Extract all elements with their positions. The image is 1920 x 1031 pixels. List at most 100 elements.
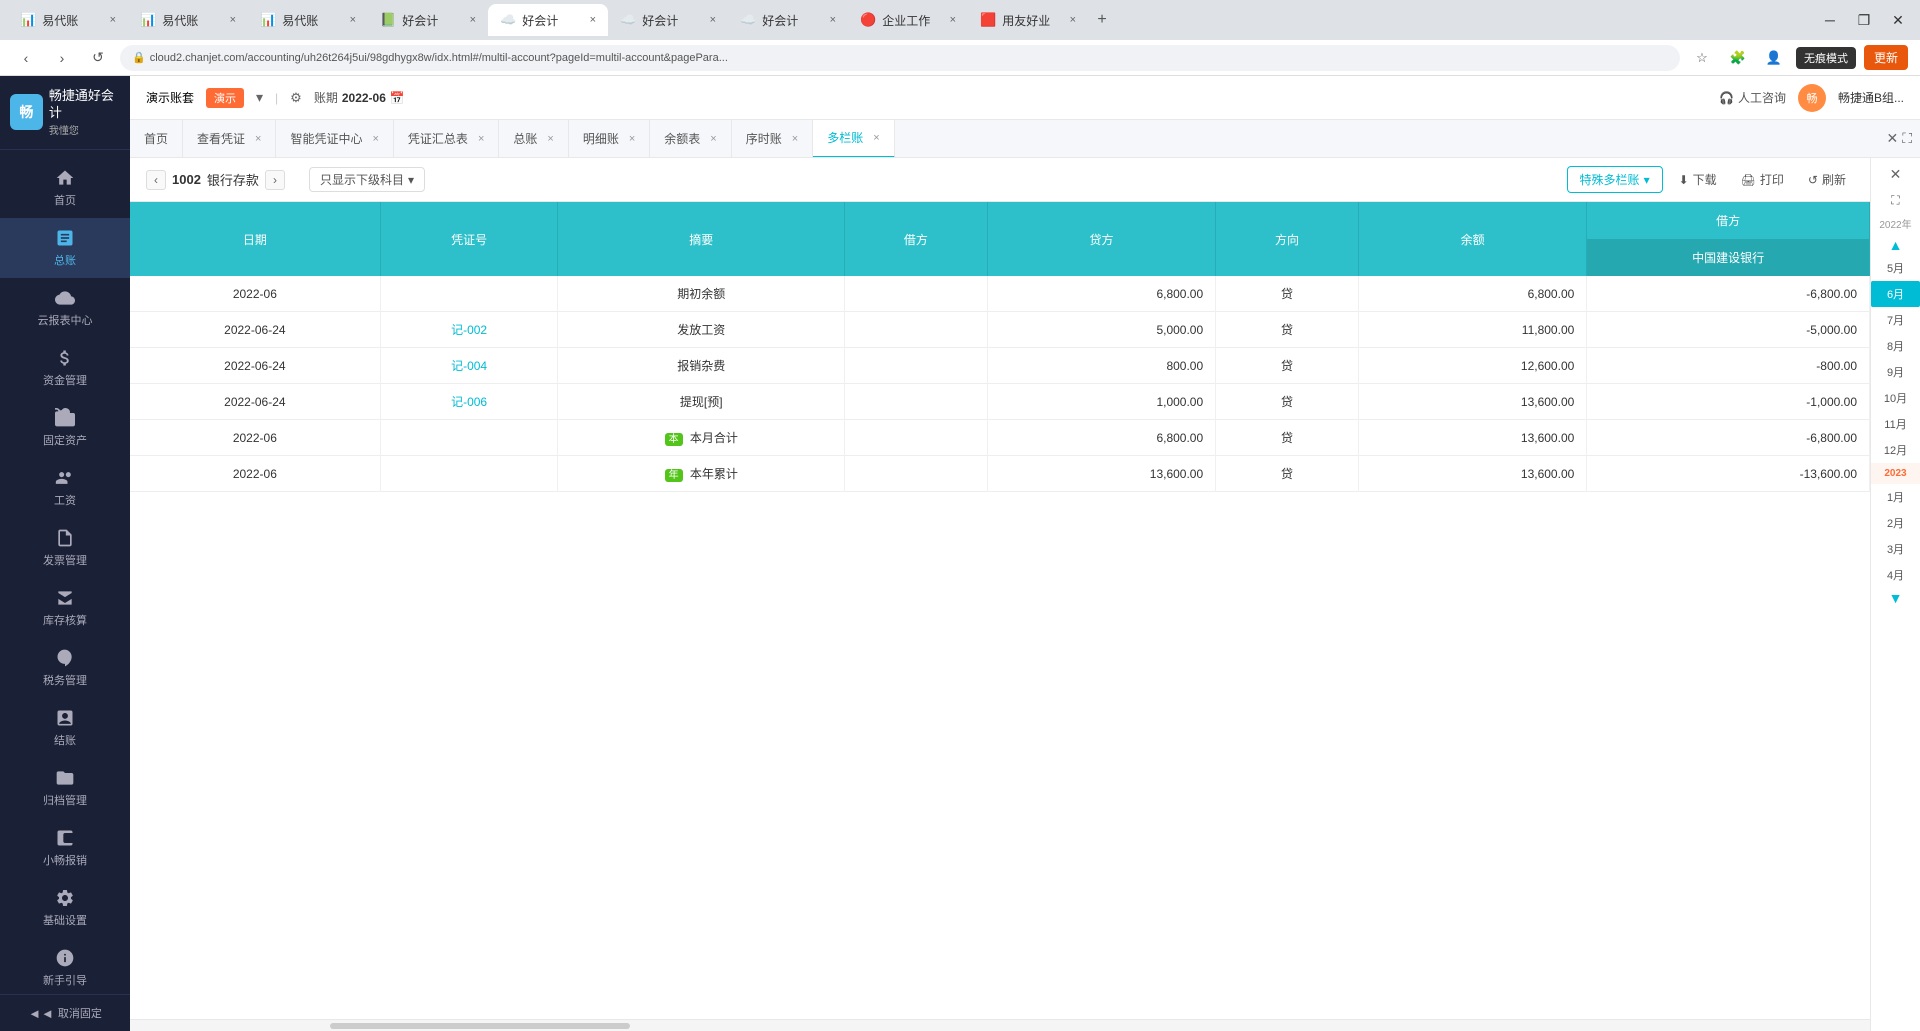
browser-tab-2[interactable]: 📊 易代账 ×	[128, 4, 248, 36]
tab-sequence[interactable]: 序时账 ×	[732, 120, 813, 158]
voucher-link[interactable]: 记-004	[451, 359, 487, 373]
tab-smart-voucher[interactable]: 智能凭证中心 ×	[276, 120, 393, 158]
close-button[interactable]: ✕	[1884, 6, 1912, 34]
browser-tab-1[interactable]: 📊 易代账 ×	[8, 4, 128, 36]
sidebar-item-home[interactable]: 首页	[0, 158, 130, 218]
month-item-7[interactable]: 7月	[1871, 307, 1920, 333]
bookmark-button[interactable]: ☆	[1688, 44, 1716, 72]
tab-close-3[interactable]: ×	[350, 14, 356, 26]
panel-expand-button[interactable]: ⛶	[1884, 188, 1908, 212]
tab-close-multi[interactable]: ×	[873, 132, 879, 144]
consult-button[interactable]: 🎧 人工咨询	[1719, 89, 1786, 106]
close-panel-button[interactable]: ✕	[1886, 130, 1898, 147]
profile-button[interactable]: 👤	[1760, 44, 1788, 72]
restore-button[interactable]: ❐	[1850, 6, 1878, 34]
tab-close-4[interactable]: ×	[470, 14, 476, 26]
month-item-11[interactable]: 11月	[1871, 411, 1920, 437]
sidebar-item-fixed-assets[interactable]: 固定资产	[0, 398, 130, 458]
tab-home[interactable]: 首页	[130, 120, 183, 158]
refresh-button[interactable]: ↺ 刷新	[1800, 167, 1854, 192]
tab-close-7[interactable]: ×	[830, 14, 836, 26]
tab-voucher-summary[interactable]: 凭证汇总表 ×	[394, 120, 499, 158]
month-item-8[interactable]: 8月	[1871, 333, 1920, 359]
browser-tab-7[interactable]: ☁️ 好会计 ×	[728, 4, 848, 36]
browser-tab-9[interactable]: 🟥 用友好业 ×	[968, 4, 1088, 36]
minimize-button[interactable]: ─	[1816, 6, 1844, 34]
print-button[interactable]: 🖨 打印	[1733, 167, 1792, 192]
tab-close-1[interactable]: ×	[110, 14, 116, 26]
incognito-button[interactable]: 无痕模式	[1796, 47, 1856, 69]
forward-button[interactable]: ›	[48, 44, 76, 72]
tab-close-5[interactable]: ×	[590, 14, 596, 26]
sidebar-item-payroll[interactable]: 工资	[0, 458, 130, 518]
download-button[interactable]: ⬇ 下载	[1671, 167, 1725, 192]
horizontal-scrollbar[interactable]	[130, 1019, 1870, 1031]
tab-close-9[interactable]: ×	[1070, 14, 1076, 26]
month-item-9[interactable]: 9月	[1871, 359, 1920, 385]
tab-close-summary[interactable]: ×	[478, 133, 484, 145]
browser-tab-3[interactable]: 📊 易代账 ×	[248, 4, 368, 36]
settings-icon[interactable]: ⚙	[290, 90, 302, 106]
tab-multi-col[interactable]: 多栏账 ×	[813, 120, 894, 158]
month-item-10[interactable]: 10月	[1871, 385, 1920, 411]
sidebar-item-archive[interactable]: 归档管理	[0, 758, 130, 818]
sidebar-item-expense[interactable]: 小畅报销	[0, 818, 130, 878]
browser-tab-4[interactable]: 📗 好会计 ×	[368, 4, 488, 36]
month-item-6[interactable]: 6月	[1871, 281, 1920, 307]
sidebar-item-ledger[interactable]: 总账	[0, 218, 130, 278]
url-input[interactable]: 🔒 cloud2.chanjet.com/accounting/uh26t264…	[120, 45, 1680, 71]
prev-account-button[interactable]: ‹	[146, 170, 166, 190]
sidebar-item-settings[interactable]: 基础设置	[0, 878, 130, 938]
sidebar-item-invoice[interactable]: 发票管理	[0, 518, 130, 578]
back-button[interactable]: ‹	[12, 44, 40, 72]
tab-close-8[interactable]: ×	[950, 14, 956, 26]
multi-col-button[interactable]: 特殊多栏账 ▾	[1567, 166, 1663, 193]
tab-close-detail[interactable]: ×	[629, 133, 635, 145]
tab-close-smart[interactable]: ×	[372, 133, 378, 145]
scroll-up-button[interactable]: ▲	[1881, 235, 1911, 255]
sidebar-item-close-period[interactable]: 结账	[0, 698, 130, 758]
month-item-12[interactable]: 12月	[1871, 437, 1920, 463]
month-item-5[interactable]: 5月	[1871, 255, 1920, 281]
calendar-icon[interactable]: 📅	[390, 91, 405, 105]
tab-close-balance[interactable]: ×	[710, 133, 716, 145]
panel-close-button[interactable]: ✕	[1884, 162, 1908, 186]
tab-voucher-view[interactable]: 查看凭证 ×	[183, 120, 276, 158]
filter-dropdown[interactable]: 只显示下级科目 ▾	[309, 167, 425, 192]
tab-close-voucher[interactable]: ×	[255, 133, 261, 145]
tab-general-ledger[interactable]: 总账 ×	[499, 120, 568, 158]
tab-close-general[interactable]: ×	[547, 133, 553, 145]
month-item-2023-1[interactable]: 1月	[1871, 484, 1920, 510]
browser-tab-6[interactable]: ☁️ 好会计 ×	[608, 4, 728, 36]
sidebar-item-cloud-report[interactable]: 云报表中心	[0, 278, 130, 338]
expand-panel-button[interactable]: ⛶	[1902, 130, 1912, 147]
update-button[interactable]: 更新	[1864, 45, 1908, 70]
tab-close-6[interactable]: ×	[710, 14, 716, 26]
sidebar-item-tax[interactable]: 税务管理	[0, 638, 130, 698]
unpin-button[interactable]: ◄◄ 取消固定	[0, 994, 130, 1031]
voucher-link[interactable]: 记-002	[451, 323, 487, 337]
cell-direction: 贷	[1216, 348, 1359, 384]
month-item-2023-3[interactable]: 3月	[1871, 536, 1920, 562]
tab-detail-ledger[interactable]: 明细账 ×	[569, 120, 650, 158]
tab-close-sequence[interactable]: ×	[792, 133, 798, 145]
sidebar-item-inventory[interactable]: 库存核算	[0, 578, 130, 638]
cell-balance: 11,800.00	[1358, 312, 1586, 348]
sidebar-item-guide[interactable]: 新手引导	[0, 938, 130, 994]
next-account-button[interactable]: ›	[265, 170, 285, 190]
tab-balance[interactable]: 余额表 ×	[650, 120, 731, 158]
new-tab-button[interactable]: +	[1088, 6, 1116, 34]
extension-button[interactable]: 🧩	[1724, 44, 1752, 72]
voucher-link[interactable]: 记-006	[451, 395, 487, 409]
browser-tab-8[interactable]: 🔴 企业工作 ×	[848, 4, 968, 36]
month-item-2023-4[interactable]: 4月	[1871, 562, 1920, 588]
dropdown-icon[interactable]: ▾	[256, 89, 263, 106]
cell-direction: 贷	[1216, 276, 1359, 312]
month-item-2023-2[interactable]: 2月	[1871, 510, 1920, 536]
reload-button[interactable]: ↺	[84, 44, 112, 72]
scroll-down-button[interactable]: ▼	[1881, 588, 1911, 608]
browser-tab-5[interactable]: ☁️ 好会计 ×	[488, 4, 608, 36]
sidebar-item-finance[interactable]: 资金管理	[0, 338, 130, 398]
cell-balance: 6,800.00	[1358, 276, 1586, 312]
tab-close-2[interactable]: ×	[230, 14, 236, 26]
